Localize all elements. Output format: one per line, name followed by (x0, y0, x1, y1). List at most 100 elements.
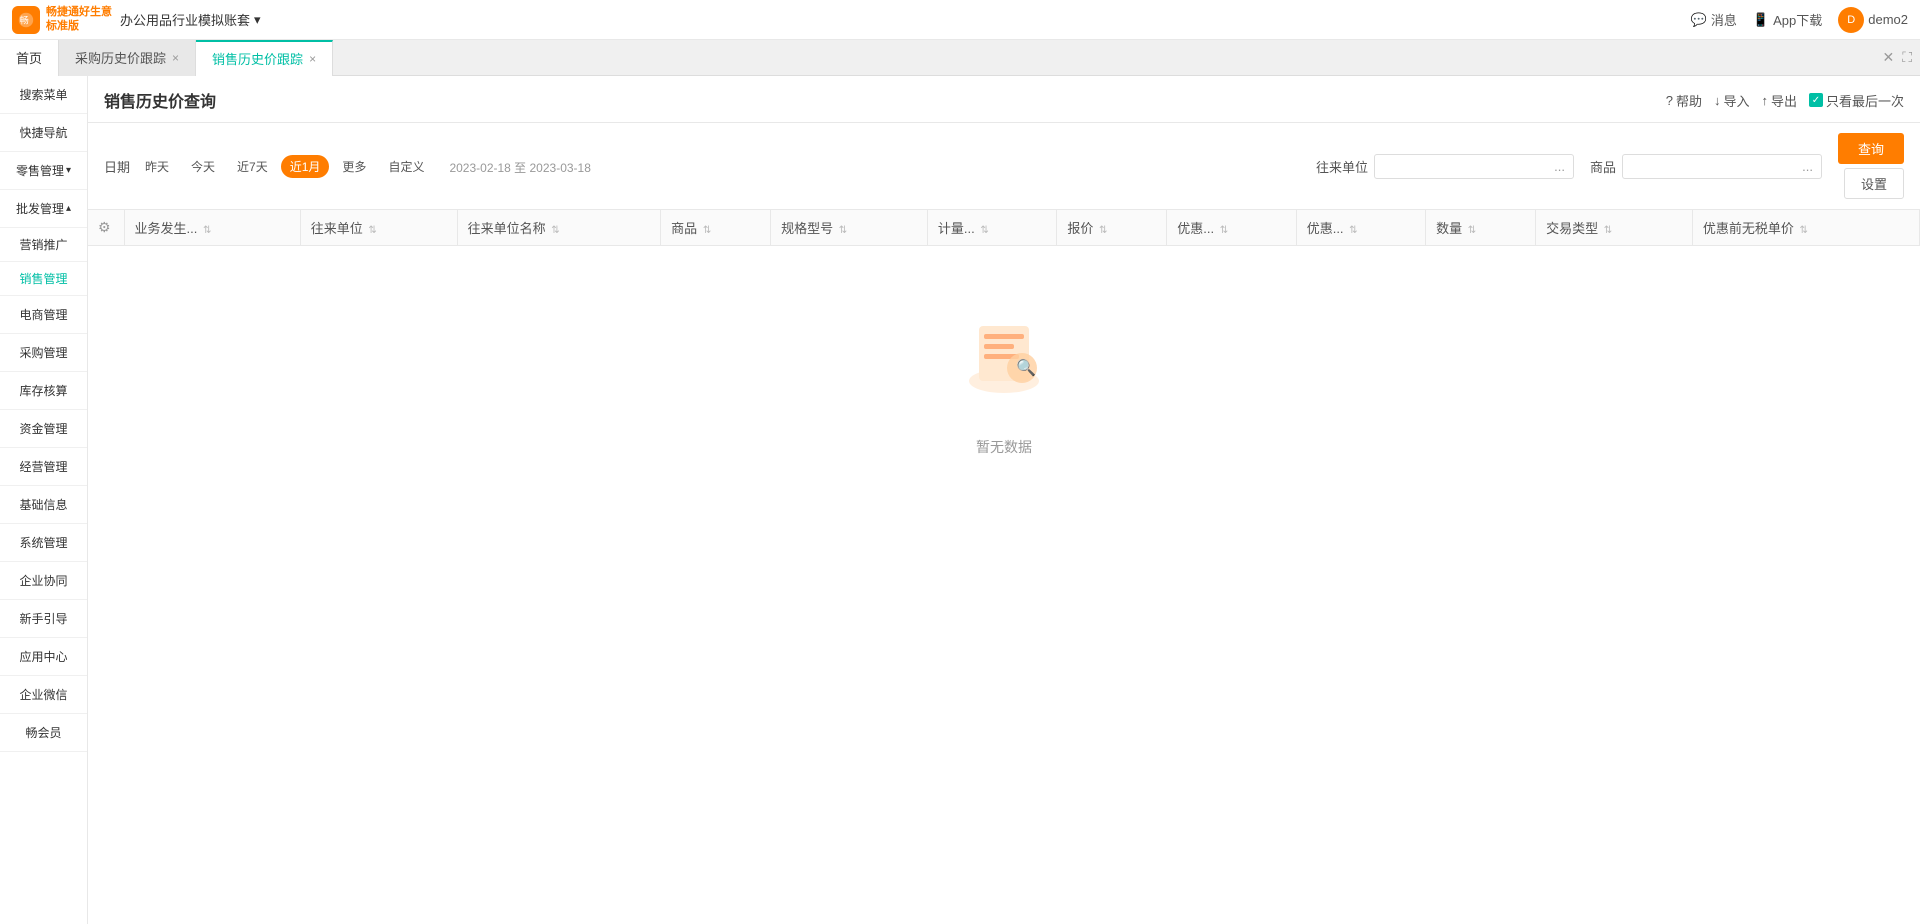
page-title: 销售历史价查询 (104, 88, 216, 112)
tab-home[interactable]: 首页 (0, 40, 59, 76)
date-btn-custom[interactable]: 自定义 (379, 155, 433, 178)
main-layout: 搜索菜单 快捷导航 零售管理 ▾ 批发管理 ▴ 营销推广 销售管理 电商管理 采… (0, 76, 1920, 924)
close-sales-tab-icon[interactable]: × (309, 52, 316, 66)
th-gear[interactable]: ⚙ (88, 210, 124, 246)
th-quote-label: 报价 (1067, 221, 1093, 236)
gear-icon[interactable]: ⚙ (98, 219, 111, 235)
sort-icon: ⇅ (551, 225, 559, 236)
th-unit[interactable]: 计量... ⇅ (927, 210, 1056, 246)
empty-text: 暂无数据 (976, 437, 1032, 457)
sort-icon: ⇅ (703, 225, 711, 236)
logo-area: 畅 畅捷通好生意 标准版 (12, 6, 112, 34)
th-biz-date-label: 业务发生... (135, 221, 198, 236)
tab-bar-actions: ✕ ⛶ (1882, 49, 1920, 66)
sidebar-item-app-center[interactable]: 应用中心 (0, 638, 87, 676)
sidebar-item-inventory[interactable]: 库存核算 (0, 372, 87, 410)
th-partner-code[interactable]: 往来单位 ⇅ (300, 210, 457, 246)
filter-row: 日期 昨天 今天 近7天 近1月 更多 自定义 2023-02-18 至 202… (104, 133, 1904, 199)
topbar: 畅 畅捷通好生意 标准版 办公用品行业模拟账套 ▾ 💬 消息 📱 App下载 D… (0, 0, 1920, 40)
partner-input[interactable]: ... (1374, 154, 1574, 179)
close-all-tabs-button[interactable]: ✕ (1882, 49, 1894, 66)
help-button[interactable]: ? 帮助 (1666, 91, 1702, 110)
chevron-down-icon: ▾ (254, 12, 261, 28)
tab-sales-history[interactable]: 销售历史价跟踪 × (196, 40, 333, 76)
th-partner-code-label: 往来单位 (311, 221, 363, 236)
download-icon: 📱 (1753, 12, 1769, 28)
checkbox-icon: ✓ (1809, 93, 1823, 107)
user-menu[interactable]: D demo2 (1838, 7, 1908, 33)
close-purchase-tab-icon[interactable]: × (172, 51, 179, 65)
page-header: 销售历史价查询 ? 帮助 ↓ 导入 ↑ 导出 ✓ 只看最后一次 (88, 76, 1920, 123)
sidebar-item-ecommerce[interactable]: 电商管理 (0, 296, 87, 334)
date-btn-today[interactable]: 今天 (182, 155, 224, 178)
topbar-right: 💬 消息 📱 App下载 D demo2 (1691, 7, 1908, 33)
goods-input[interactable]: ... (1622, 154, 1822, 179)
th-trade-type[interactable]: 交易类型 ⇅ (1536, 210, 1693, 246)
help-icon: ? (1666, 93, 1673, 108)
date-btn-yesterday[interactable]: 昨天 (136, 155, 178, 178)
sort-icon: ⇅ (1800, 225, 1808, 236)
sidebar-item-basic[interactable]: 基础信息 (0, 486, 87, 524)
th-partner-name[interactable]: 往来单位名称 ⇅ (457, 210, 661, 246)
sidebar-item-wholesale[interactable]: 批发管理 ▴ (0, 190, 87, 228)
maximize-button[interactable]: ⛶ (1902, 49, 1912, 66)
app-dropdown[interactable]: 办公用品行业模拟账套 ▾ (120, 10, 261, 29)
date-buttons: 昨天 今天 近7天 近1月 更多 自定义 (136, 155, 433, 178)
th-spec[interactable]: 规格型号 ⇅ (771, 210, 928, 246)
sidebar-item-member[interactable]: 畅会员 (0, 714, 87, 752)
th-goods[interactable]: 商品 ⇅ (661, 210, 771, 246)
filter-area: 日期 昨天 今天 近7天 近1月 更多 自定义 2023-02-18 至 202… (88, 123, 1920, 210)
only-last-checkbox[interactable]: ✓ 只看最后一次 (1809, 91, 1904, 110)
date-btn-1month[interactable]: 近1月 (281, 155, 330, 178)
empty-icon: 🔍 (954, 306, 1054, 425)
th-discount2-label: 优惠... (1307, 221, 1344, 236)
svg-text:🔍: 🔍 (1016, 357, 1036, 377)
th-discount1-label: 优惠... (1177, 221, 1214, 236)
sidebar-item-marketing[interactable]: 营销推广 (0, 228, 87, 262)
sidebar-item-purchase[interactable]: 采购管理 (0, 334, 87, 372)
th-pretax-price-label: 优惠前无税单价 (1703, 221, 1794, 236)
sidebar-item-enterprise-collab[interactable]: 企业协同 (0, 562, 87, 600)
th-biz-date[interactable]: 业务发生... ⇅ (124, 210, 300, 246)
th-spec-label: 规格型号 (781, 221, 833, 236)
tabbar: 首页 采购历史价跟踪 × 销售历史价跟踪 × ✕ ⛶ (0, 40, 1920, 76)
goods-dots-icon: ... (1802, 159, 1813, 174)
th-discount1[interactable]: 优惠... ⇅ (1167, 210, 1296, 246)
chevron-down-icon: ▾ (66, 165, 71, 176)
sidebar-item-shortcut[interactable]: 快捷导航 (0, 114, 87, 152)
filter-right-actions: 查询 设置 (1838, 133, 1904, 199)
th-goods-label: 商品 (671, 221, 697, 236)
sidebar-item-search[interactable]: 搜索菜单 (0, 76, 87, 114)
partner-filter-field: 往来单位 ... (1316, 154, 1574, 179)
page-header-actions: ? 帮助 ↓ 导入 ↑ 导出 ✓ 只看最后一次 (1666, 91, 1904, 110)
sort-icon: ⇅ (1099, 225, 1107, 236)
query-button[interactable]: 查询 (1838, 133, 1904, 164)
sidebar-item-operations[interactable]: 经营管理 (0, 448, 87, 486)
sidebar-item-sales[interactable]: 销售管理 (0, 262, 87, 296)
th-pretax-price[interactable]: 优惠前无税单价 ⇅ (1692, 210, 1919, 246)
export-button[interactable]: ↑ 导出 (1761, 91, 1797, 110)
message-button[interactable]: 💬 消息 (1691, 10, 1737, 29)
sidebar-item-enterprise-wechat[interactable]: 企业微信 (0, 676, 87, 714)
svg-text:畅: 畅 (20, 14, 29, 25)
sidebar-item-retail[interactable]: 零售管理 ▾ (0, 152, 87, 190)
th-quote[interactable]: 报价 ⇅ (1057, 210, 1167, 246)
date-range-text: 2023-02-18 至 2023-03-18 (449, 159, 590, 176)
th-discount2[interactable]: 优惠... ⇅ (1296, 210, 1425, 246)
date-btn-more[interactable]: 更多 (333, 155, 375, 178)
th-qty[interactable]: 数量 ⇅ (1426, 210, 1536, 246)
sidebar-item-newbie[interactable]: 新手引导 (0, 600, 87, 638)
date-filter-field: 日期 昨天 今天 近7天 近1月 更多 自定义 (104, 155, 433, 178)
goods-label: 商品 (1590, 157, 1616, 176)
sort-icon: ⇅ (1468, 225, 1476, 236)
import-button[interactable]: ↓ 导入 (1714, 91, 1750, 110)
sidebar-item-finance[interactable]: 资金管理 (0, 410, 87, 448)
table-container: ⚙ 业务发生... ⇅ 往来单位 ⇅ 往来单位名称 ⇅ (88, 210, 1920, 924)
settings-button[interactable]: 设置 (1844, 168, 1904, 199)
sidebar-item-system[interactable]: 系统管理 (0, 524, 87, 562)
sort-icon: ⇅ (1349, 225, 1357, 236)
tab-purchase-history[interactable]: 采购历史价跟踪 × (59, 40, 196, 76)
app-download-button[interactable]: 📱 App下载 (1753, 10, 1822, 29)
th-partner-name-label: 往来单位名称 (468, 221, 546, 236)
date-btn-7days[interactable]: 近7天 (228, 155, 277, 178)
